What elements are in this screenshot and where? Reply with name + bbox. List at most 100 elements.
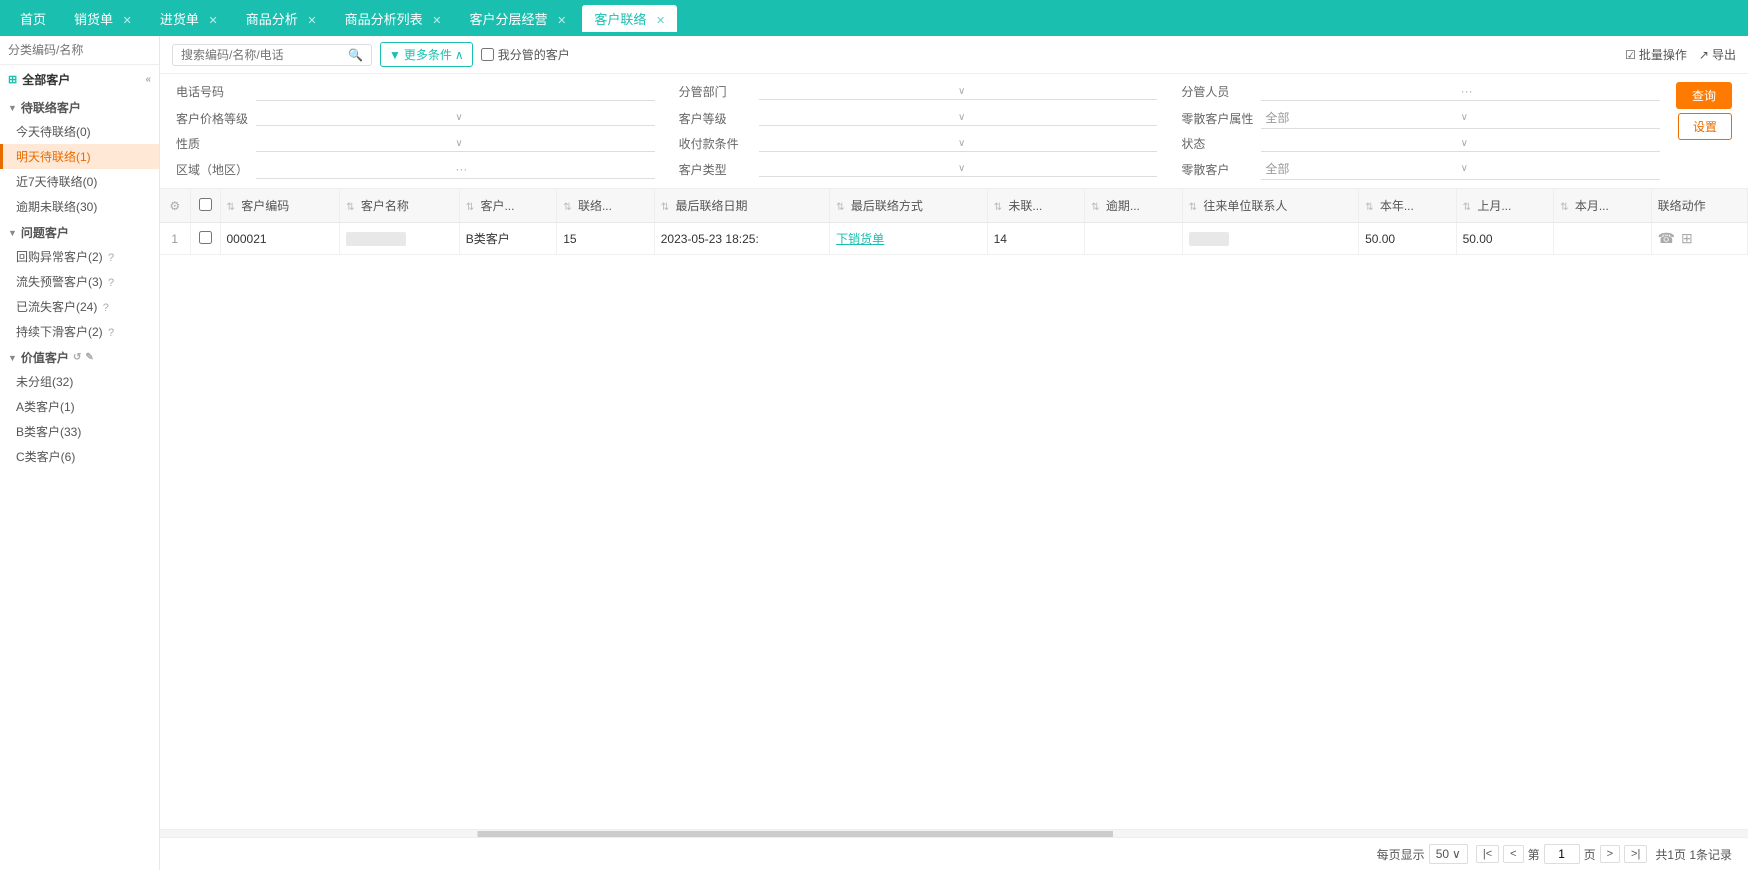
row-last-method[interactable]: 下销货单 xyxy=(830,223,988,255)
row-this-year: 50.00 xyxy=(1359,223,1457,255)
contact-method-link[interactable]: 下销货单 xyxy=(836,232,884,246)
settings-icon[interactable]: ⚙ xyxy=(169,199,180,213)
collapse-icon[interactable]: « xyxy=(145,74,151,85)
sidebar-item-overdue-contact[interactable]: 逾期未联络(30) xyxy=(0,194,159,219)
col-this-month: ⇅ 本月... xyxy=(1554,189,1652,223)
sort-icon[interactable]: ⇅ xyxy=(1189,202,1197,213)
sort-icon[interactable]: ⇅ xyxy=(1091,202,1099,213)
col-last-month: ⇅ 上月... xyxy=(1456,189,1554,223)
retail-customer-select[interactable]: 全部 ∨ xyxy=(1261,158,1660,180)
nav-customer-tier[interactable]: 客户分层经营 ✕ xyxy=(457,5,578,32)
col-settings[interactable]: ⚙ xyxy=(160,189,190,223)
more-action-icon[interactable]: ⊞ xyxy=(1681,230,1693,247)
col-checkbox[interactable] xyxy=(190,189,220,223)
filter-customer-type: 客户类型 ∨ xyxy=(679,161,1158,178)
refresh-icon[interactable]: ↺ xyxy=(73,352,81,363)
batch-operation-button[interactable]: ☑ 批量操作 xyxy=(1625,46,1687,63)
sort-icon[interactable]: ⇅ xyxy=(346,202,354,213)
close-icon[interactable]: ✕ xyxy=(209,15,218,27)
search-box[interactable]: 🔍 xyxy=(172,44,372,66)
select-all-checkbox[interactable] xyxy=(199,198,212,211)
nav-purchase-order[interactable]: 进货单 ✕ xyxy=(148,5,230,32)
manager-select[interactable]: ··· xyxy=(1261,82,1660,101)
retail-customer-label: 零散客户 xyxy=(1181,161,1261,178)
triangle-icon: ▼ xyxy=(8,228,17,238)
payment-terms-select[interactable]: ∨ xyxy=(759,136,1158,152)
close-icon[interactable]: ✕ xyxy=(656,15,665,27)
status-select[interactable]: ∨ xyxy=(1261,136,1660,152)
chevron-down-icon: ∨ xyxy=(1461,138,1656,149)
query-button[interactable]: 查询 xyxy=(1676,82,1732,109)
more-icon[interactable]: ··· xyxy=(455,162,650,176)
nav-sales-order[interactable]: 销货单 ✕ xyxy=(62,5,144,32)
sort-icon[interactable]: ⇅ xyxy=(1365,202,1373,213)
customer-grade-select[interactable]: ∨ xyxy=(759,110,1158,126)
sidebar-item-today-contact[interactable]: 今天待联络(0) xyxy=(0,119,159,144)
col-unlocked: ⇅ 未联... xyxy=(987,189,1085,223)
region-select[interactable]: ··· xyxy=(256,160,655,179)
filter-bar: 🔍 ▼ 更多条件 ∧ 我分管的客户 ☑ 批量操作 ↗ 导出 xyxy=(160,36,1748,74)
nav-product-analysis[interactable]: 商品分析 ✕ xyxy=(234,5,329,32)
customer-type-select[interactable]: ∨ xyxy=(759,161,1158,177)
masked-name xyxy=(346,232,406,246)
sidebar-item-ungrouped[interactable]: 未分组(32) xyxy=(0,369,159,394)
sidebar-search-box[interactable]: 🔍 xyxy=(0,36,159,65)
sidebar-item-churned[interactable]: 已流失客户(24) ? xyxy=(0,294,159,319)
chevron-up-icon: ∧ xyxy=(455,48,464,62)
nav-product-analysis-list[interactable]: 商品分析列表 ✕ xyxy=(333,5,454,32)
sort-icon[interactable]: ⇅ xyxy=(1560,202,1568,213)
retail-attr-select[interactable]: 全部 ∨ xyxy=(1261,107,1660,129)
next-page-button[interactable]: > xyxy=(1600,845,1620,863)
page-size-dropdown[interactable]: 50 ∨ xyxy=(1429,844,1468,864)
filter-row-1: 电话号码 分管部门 ∨ 分管人员 xyxy=(176,82,1660,101)
sidebar-item-declining[interactable]: 持续下滑客户(2) ? xyxy=(0,319,159,344)
more-icon[interactable]: ··· xyxy=(1461,84,1656,98)
sort-icon[interactable]: ⇅ xyxy=(994,202,1002,213)
chevron-down-icon: ∨ xyxy=(455,138,650,149)
row-contact-person xyxy=(1182,223,1358,255)
row-checkbox[interactable] xyxy=(190,223,220,255)
price-grade-select[interactable]: ∨ xyxy=(256,110,655,126)
all-customers-header[interactable]: ⊞ 全部客户 « xyxy=(0,65,159,94)
sort-icon[interactable]: ⇅ xyxy=(1463,202,1471,213)
prev-page-button[interactable]: < xyxy=(1503,845,1523,863)
sidebar-item-a-class[interactable]: A类客户(1) xyxy=(0,394,159,419)
row-overdue xyxy=(1085,223,1183,255)
sort-icon[interactable]: ⇅ xyxy=(227,202,235,213)
row-select-checkbox[interactable] xyxy=(199,231,212,244)
sort-icon[interactable]: ⇅ xyxy=(836,202,844,213)
sidebar-item-c-class[interactable]: C类客户(6) xyxy=(0,444,159,469)
nature-select[interactable]: ∨ xyxy=(256,136,655,152)
export-button[interactable]: ↗ 导出 xyxy=(1699,46,1736,63)
close-icon[interactable]: ✕ xyxy=(432,15,441,27)
row-last-month: 50.00 xyxy=(1456,223,1554,255)
phone-input[interactable] xyxy=(256,82,655,101)
settings-button[interactable]: 设置 xyxy=(1678,113,1732,140)
sidebar-item-repurchase-anomaly[interactable]: 回购异常客户(2) ? xyxy=(0,244,159,269)
main-search-input[interactable] xyxy=(181,48,344,62)
nav-home[interactable]: 首页 xyxy=(8,5,58,32)
edit-icon[interactable]: ✎ xyxy=(85,352,93,363)
close-icon[interactable]: ✕ xyxy=(123,15,132,27)
sidebar-item-churn-warning[interactable]: 流失预警客户(3) ? xyxy=(0,269,159,294)
horizontal-scrollbar[interactable] xyxy=(160,829,1748,837)
sidebar-item-tomorrow-contact[interactable]: 明天待联络(1) xyxy=(0,144,159,169)
nav-customer-contact[interactable]: 客户联络 ✕ xyxy=(582,5,677,32)
sort-icon[interactable]: ⇅ xyxy=(661,202,669,213)
search-icon[interactable]: 🔍 xyxy=(348,48,363,62)
sidebar-item-b-class[interactable]: B类客户(33) xyxy=(0,419,159,444)
contact-action-icon[interactable]: ☎ xyxy=(1658,230,1675,247)
my-customers-checkbox[interactable]: 我分管的客户 xyxy=(481,46,570,63)
sidebar-search-input[interactable] xyxy=(8,43,160,57)
last-page-button[interactable]: >| xyxy=(1624,845,1647,863)
page-number-input[interactable] xyxy=(1544,844,1580,864)
my-customers-check[interactable] xyxy=(481,48,494,61)
sort-icon[interactable]: ⇅ xyxy=(466,202,474,213)
sidebar-item-7days-contact[interactable]: 近7天待联络(0) xyxy=(0,169,159,194)
first-page-button[interactable]: |< xyxy=(1476,845,1499,863)
close-icon[interactable]: ✕ xyxy=(557,15,566,27)
dept-select[interactable]: ∨ xyxy=(759,84,1158,100)
sort-icon[interactable]: ⇅ xyxy=(563,202,571,213)
more-conditions-button[interactable]: ▼ 更多条件 ∧ xyxy=(380,42,473,67)
close-icon[interactable]: ✕ xyxy=(307,15,316,27)
